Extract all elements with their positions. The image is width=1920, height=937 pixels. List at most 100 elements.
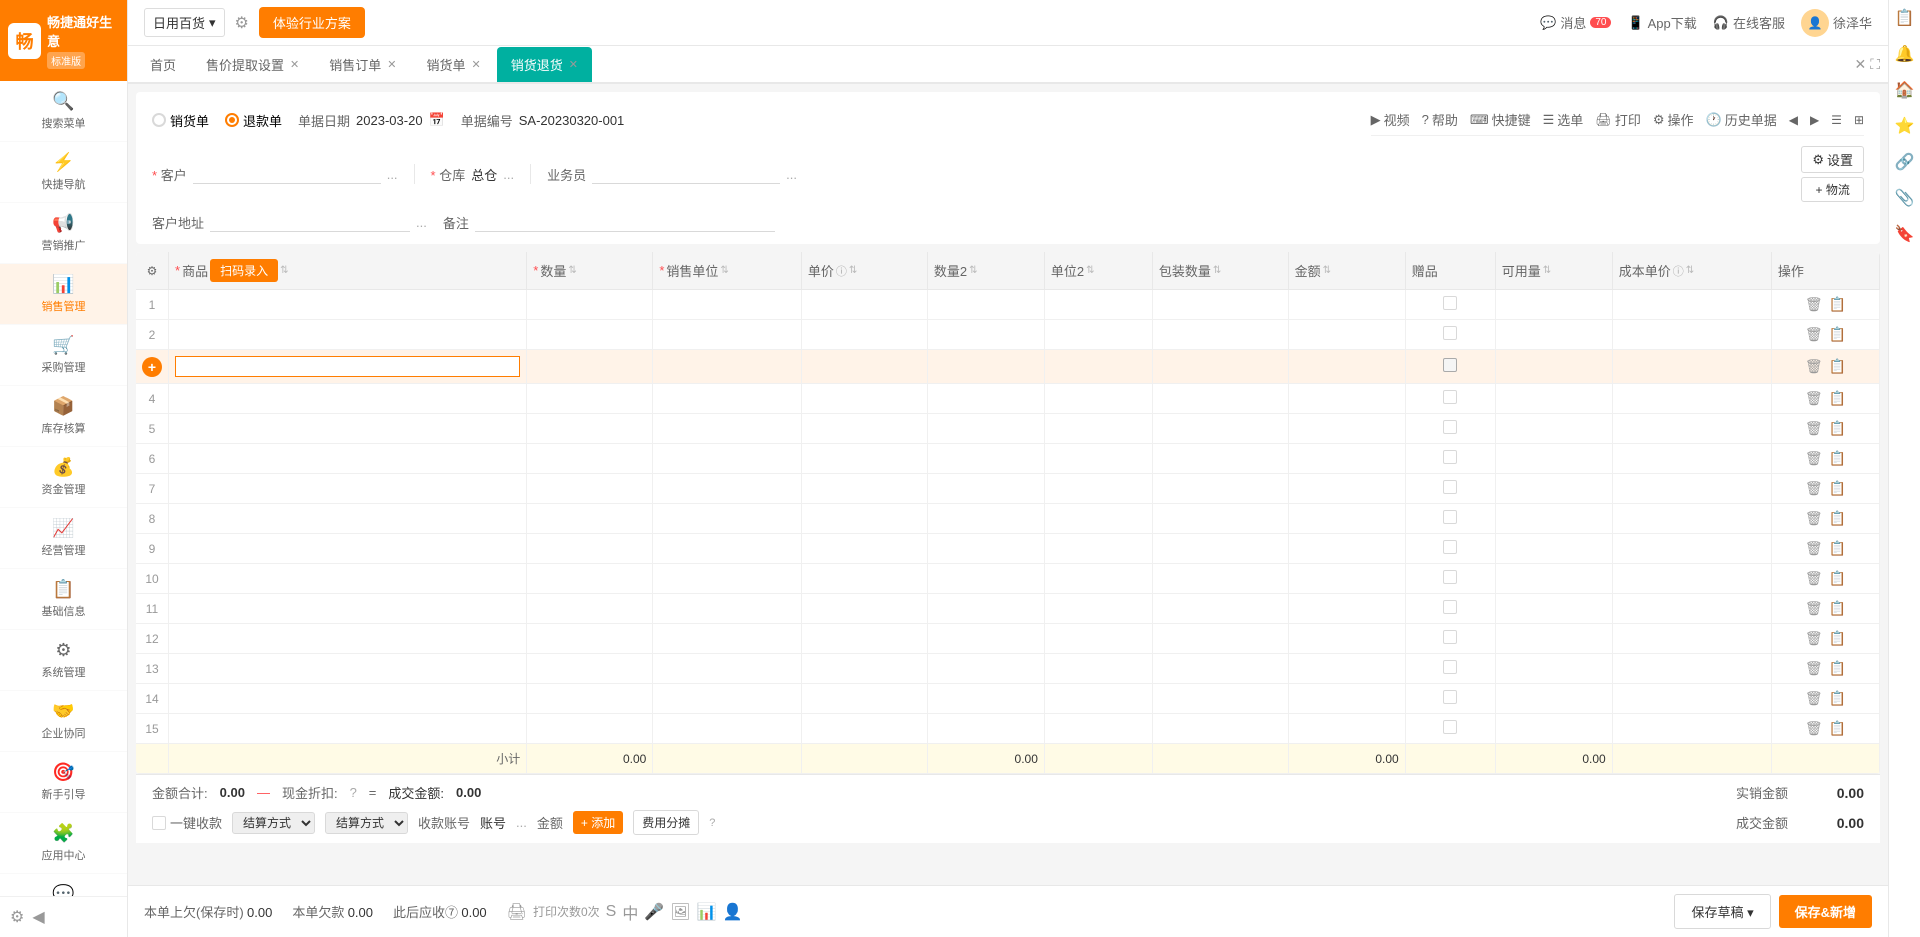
copy-btn-15[interactable]: 📋 [1829,720,1846,737]
sidebar-item-wechat[interactable]: 💬 企业微信 [0,874,127,896]
tool-img-icon[interactable]: 🖼 [670,902,690,922]
copy-btn-7[interactable]: 📋 [1829,480,1846,497]
delete-btn-12[interactable]: 🗑 [1805,630,1823,647]
note-input[interactable] [475,212,775,232]
topbar-settings-icon[interactable]: ⚙ [235,13,249,33]
sidebar-item-basic[interactable]: 📋 基础信息 [0,569,127,630]
product-cell-1[interactable] [169,290,527,320]
gift-checkbox-1[interactable] [1443,296,1457,310]
experience-btn[interactable]: 体验行业方案 [259,7,365,38]
copy-btn-5[interactable]: 📋 [1829,420,1846,437]
app-download-btn[interactable]: 📱 App下载 [1627,13,1696,32]
tab-home[interactable]: 首页 [136,47,190,82]
delete-btn-4[interactable]: 🗑 [1805,390,1823,407]
copy-btn-10[interactable]: 📋 [1829,570,1846,587]
detail-view-btn[interactable]: ⊞ [1854,113,1864,127]
copy-btn-9[interactable]: 📋 [1829,540,1846,557]
gift-checkbox-4[interactable] [1443,390,1457,404]
delete-btn-5[interactable]: 🗑 [1805,420,1823,437]
delete-btn-8[interactable]: 🗑 [1805,510,1823,527]
delete-btn-3[interactable]: 🗑 [1805,358,1823,375]
copy-btn-6[interactable]: 📋 [1829,450,1846,467]
message-btn[interactable]: 💬 消息 70 [1540,13,1611,32]
right-tool-7[interactable]: 🔖 [1895,224,1915,244]
radio-return[interactable]: 退款单 [225,111,282,130]
tool-table-icon[interactable]: 📊 [697,902,717,922]
product-cell-13[interactable] [169,654,527,684]
sidebar-item-marketing[interactable]: 📢 营销推广 [0,203,127,264]
sidebar-item-enterprise[interactable]: 🤝 企业协同 [0,691,127,752]
tab-close-sales-return[interactable]: ✕ [569,58,578,71]
delete-btn-13[interactable]: 🗑 [1805,660,1823,677]
print-btn[interactable]: 🖨 打印 [1595,110,1641,129]
gift-checkbox-6[interactable] [1443,450,1457,464]
sidebar-item-operations[interactable]: 📈 经营管理 [0,508,127,569]
sidebar-item-system[interactable]: ⚙ 系统管理 [0,630,127,691]
product-cell-3[interactable] [169,350,527,384]
address-dots[interactable]: ... [416,215,427,230]
tool-person-icon[interactable]: 👤 [723,902,743,922]
sidebar-item-inventory[interactable]: 📦 库存核算 [0,386,127,447]
gift-checkbox-11[interactable] [1443,600,1457,614]
sidebar-item-finance[interactable]: 💰 资金管理 [0,447,127,508]
add-row-btn[interactable]: + [142,357,162,377]
gift-checkbox-3[interactable] [1443,358,1457,372]
delete-btn-11[interactable]: 🗑 [1805,600,1823,617]
copy-btn-14[interactable]: 📋 [1829,690,1846,707]
gift-checkbox-14[interactable] [1443,690,1457,704]
sidebar-item-search[interactable]: 🔍 搜索菜单 [0,81,127,142]
product-sort[interactable]: ⇅ [280,265,288,276]
operate-btn[interactable]: ⚙ 操作 [1653,110,1694,129]
online-service-btn[interactable]: 🎧 在线客服 [1713,13,1785,32]
add-fee-btn[interactable]: + 添加 [573,811,623,834]
salesperson-input[interactable] [592,164,780,184]
cost-sort[interactable]: ⇅ [1686,265,1694,276]
sidebar-item-purchase[interactable]: 🛒 采购管理 [0,325,127,386]
cost-info-icon[interactable]: ⓘ [1673,263,1684,279]
gift-checkbox-15[interactable] [1443,720,1457,734]
avail-sort[interactable]: ⇅ [1543,265,1551,276]
copy-btn-4[interactable]: 📋 [1829,390,1846,407]
price-info-icon[interactable]: ⓘ [836,263,847,279]
delete-btn-14[interactable]: 🗑 [1805,690,1823,707]
qty2-sort[interactable]: ⇅ [969,265,977,276]
fullscreen-icon[interactable]: ⛶ [1870,56,1880,73]
scan-btn[interactable]: 扫码录入 [210,259,278,282]
delete-btn-1[interactable]: 🗑 [1805,296,1823,313]
gift-checkbox-2[interactable] [1443,326,1457,340]
delete-btn-2[interactable]: 🗑 [1805,326,1823,343]
customer-input[interactable] [193,164,381,184]
prev-record-btn[interactable]: ◀ [1789,113,1798,127]
select-btn[interactable]: ☰ 选单 [1543,110,1584,129]
sidebar-item-shortcut[interactable]: ⚡ 快捷导航 [0,142,127,203]
gift-checkbox-8[interactable] [1443,510,1457,524]
one-click-checkbox[interactable] [152,816,166,830]
product-cell-5[interactable] [169,414,527,444]
copy-btn-12[interactable]: 📋 [1829,630,1846,647]
unit2-sort[interactable]: ⇅ [1086,265,1094,276]
split-btn[interactable]: 费用分摊 [633,810,699,835]
user-profile[interactable]: 👤 徐泽华 [1801,9,1872,37]
tab-sales-return[interactable]: 销货退货✕ [497,47,592,82]
copy-btn-3[interactable]: 📋 [1829,358,1846,375]
tab-close-sales-order[interactable]: ✕ [387,58,396,71]
settle-method-select[interactable]: 结算方式 [232,812,315,834]
one-click-pay[interactable]: 一键收款 [152,813,222,832]
tab-sales-delivery[interactable]: 销货单✕ [412,47,494,82]
customer-dots[interactable]: ... [387,167,398,182]
pkg-sort[interactable]: ⇅ [1213,265,1221,276]
unit-sort[interactable]: ⇅ [720,265,728,276]
copy-btn-2[interactable]: 📋 [1829,326,1846,343]
delete-btn-6[interactable]: 🗑 [1805,450,1823,467]
calc-method-select[interactable]: 结算方式 [325,812,408,834]
product-cell-8[interactable] [169,504,527,534]
tool-mic-icon[interactable]: 🎤 [644,902,664,922]
shortcut-btn[interactable]: ⌨ 快捷键 [1470,110,1531,129]
video-btn[interactable]: ▶ 视频 [1371,110,1410,129]
close-tab-icon[interactable]: ✕ [1854,56,1866,73]
save-new-btn[interactable]: 保存&新增 [1779,895,1872,928]
right-tool-4[interactable]: ⭐ [1895,116,1915,136]
product-cell-14[interactable] [169,684,527,714]
product-cell-10[interactable] [169,564,527,594]
settings-icon[interactable]: ⚙ [10,907,24,927]
